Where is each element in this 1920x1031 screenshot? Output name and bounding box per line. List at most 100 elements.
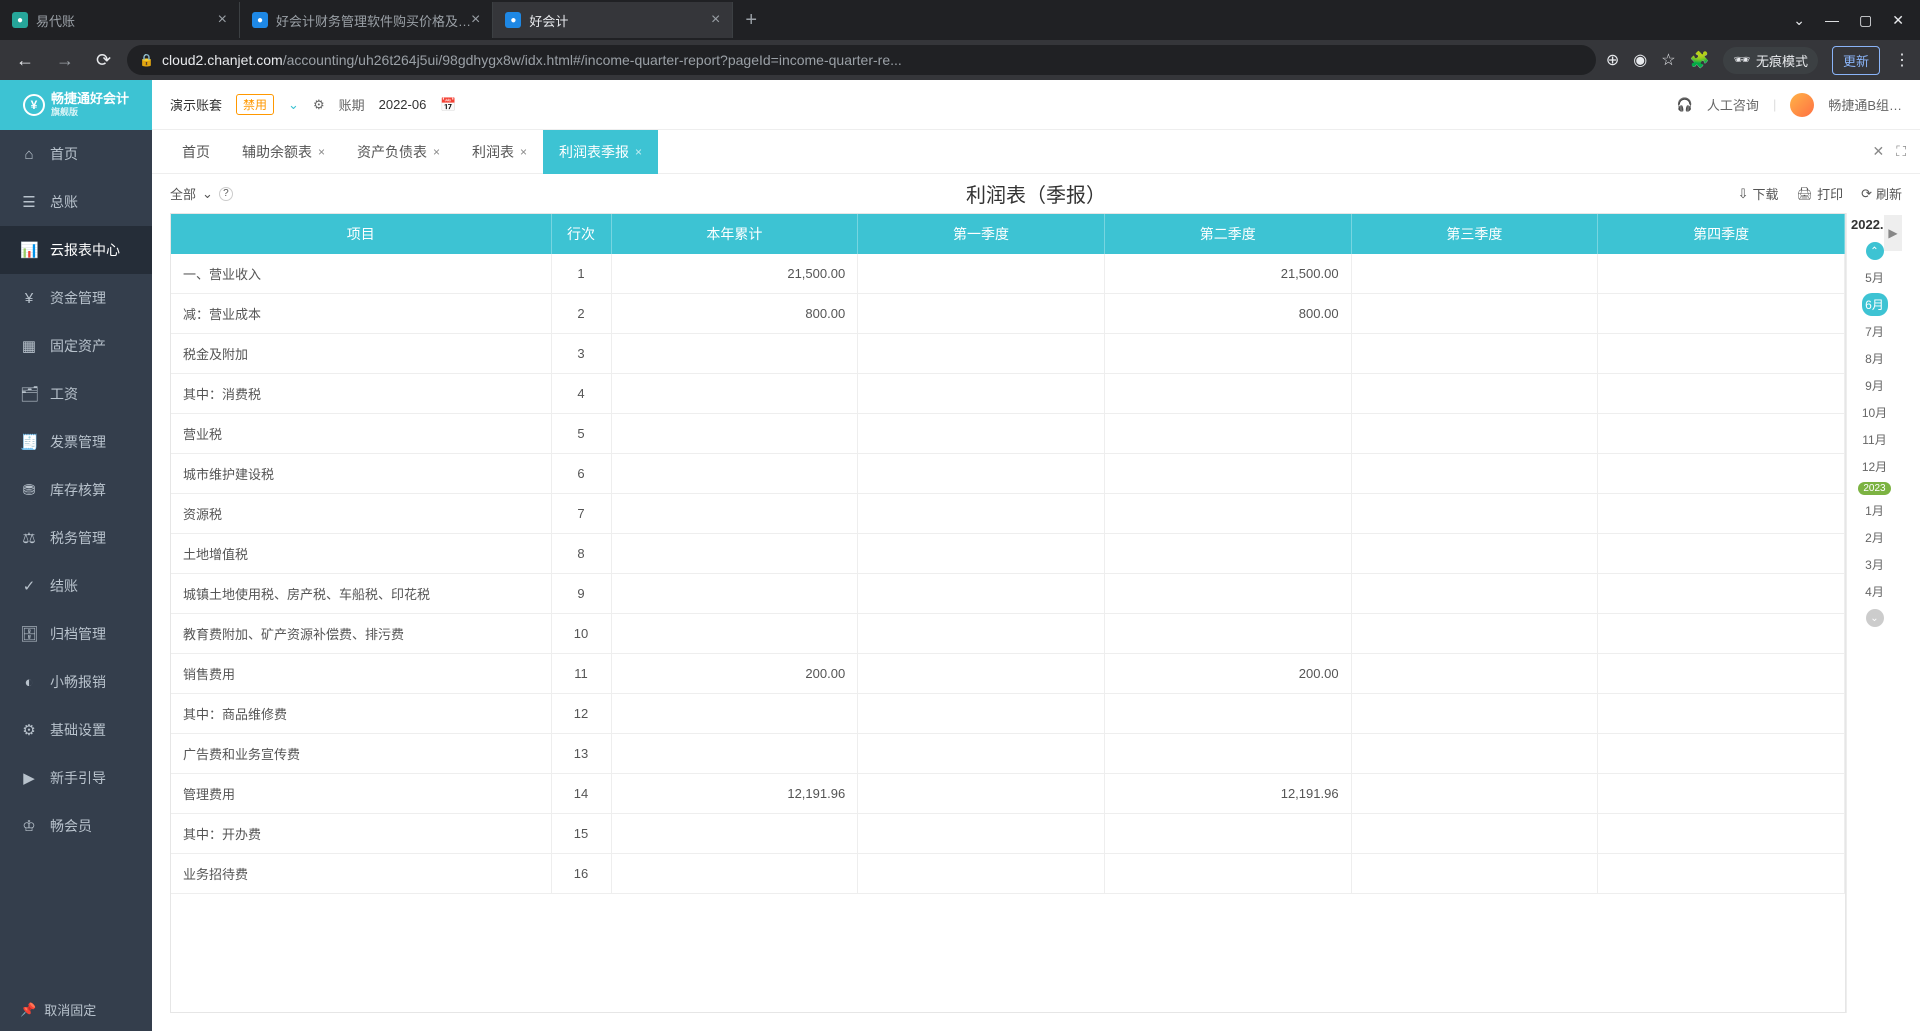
rail-month[interactable]: 11月 xyxy=(1862,426,1888,453)
rail-month[interactable]: 9月 xyxy=(1862,372,1888,399)
table-row[interactable]: 减：营业成本2800.00800.00 xyxy=(171,294,1845,334)
sidebar-item-expense[interactable]: ◐小畅报销 xyxy=(0,658,152,706)
rail-year-badge[interactable]: 2023 xyxy=(1858,482,1890,495)
tab-close-icon[interactable]: × xyxy=(318,145,325,159)
tab-title: 好会计财务管理软件购买价格及… xyxy=(276,11,471,30)
calendar-icon[interactable]: 📅 xyxy=(440,97,456,113)
table-row[interactable]: 其中：开办费15 xyxy=(171,814,1845,854)
avatar[interactable] xyxy=(1790,93,1814,117)
cell-q2 xyxy=(1104,574,1351,614)
reload-button[interactable]: ⟳ xyxy=(90,46,117,75)
print-button[interactable]: 🖨 打印 xyxy=(1797,184,1844,203)
report-table-scroll[interactable]: 项目行次本年累计第一季度第二季度第三季度第四季度 一、营业收入121,500.0… xyxy=(170,213,1846,1013)
rail-month[interactable]: 8月 xyxy=(1862,345,1888,372)
new-tab-button[interactable]: + xyxy=(733,9,769,32)
rail-month[interactable]: 4月 xyxy=(1865,578,1884,605)
sidebar-item-fixed-assets[interactable]: ▦固定资产 xyxy=(0,322,152,370)
page-tab-3[interactable]: 利润表× xyxy=(456,130,543,174)
tab-close-icon[interactable]: × xyxy=(218,11,227,29)
account-name[interactable]: 演示账套 xyxy=(170,95,222,114)
rail-up-button[interactable]: ⌃ xyxy=(1866,242,1884,260)
table-row[interactable]: 城市维护建设税6 xyxy=(171,454,1845,494)
table-row[interactable]: 管理费用1412,191.9612,191.96 xyxy=(171,774,1845,814)
sidebar-item-tax[interactable]: ⚖税务管理 xyxy=(0,514,152,562)
minimize-icon[interactable]: — xyxy=(1825,12,1839,29)
tab-close-icon[interactable]: × xyxy=(711,11,720,29)
refresh-button[interactable]: ⟳ 刷新 xyxy=(1861,184,1902,203)
table-row[interactable]: 税金及附加3 xyxy=(171,334,1845,374)
zoom-icon[interactable]: ⊕ xyxy=(1606,50,1619,70)
table-row[interactable]: 销售费用11200.00200.00 xyxy=(171,654,1845,694)
browser-tab-2[interactable]: ●好会计× xyxy=(493,2,733,38)
tab-close-icon[interactable]: × xyxy=(433,145,440,159)
sidebar-item-home[interactable]: ⌂首页 xyxy=(0,130,152,178)
page-tab-4[interactable]: 利润表季报× xyxy=(543,130,658,174)
close-window-icon[interactable]: ✕ xyxy=(1892,12,1904,29)
unpin-sidebar[interactable]: 📌 取消固定 xyxy=(0,988,152,1031)
rail-month[interactable]: 5月 xyxy=(1862,264,1888,291)
rail-month[interactable]: 1月 xyxy=(1865,497,1884,524)
cell-q2 xyxy=(1104,454,1351,494)
sidebar-item-closing[interactable]: ✓结账 xyxy=(0,562,152,610)
sidebar-item-ledger[interactable]: ☰总账 xyxy=(0,178,152,226)
tab-close-icon[interactable]: × xyxy=(635,145,642,159)
sidebar-item-vip[interactable]: ♔畅会员 xyxy=(0,802,152,850)
puzzle-icon[interactable]: 🧩 xyxy=(1690,50,1710,70)
rail-month[interactable]: 7月 xyxy=(1862,318,1888,345)
update-button[interactable]: 更新 xyxy=(1832,46,1880,75)
disable-button[interactable]: 禁用 xyxy=(236,94,274,115)
tab-close-icon[interactable]: × xyxy=(471,11,480,29)
table-row[interactable]: 土地增值税8 xyxy=(171,534,1845,574)
browser-tab-0[interactable]: ●易代账× xyxy=(0,2,240,38)
sidebar-item-reports[interactable]: 📊云报表中心 xyxy=(0,226,152,274)
user-name[interactable]: 畅捷通B组… xyxy=(1828,95,1902,114)
back-button[interactable]: ← xyxy=(10,46,40,75)
rail-month[interactable]: 10月 xyxy=(1862,399,1888,426)
table-row[interactable]: 城镇土地使用税、房产税、车船税、印花税9 xyxy=(171,574,1845,614)
table-row[interactable]: 资源税7 xyxy=(171,494,1845,534)
table-row[interactable]: 一、营业收入121,500.0021,500.00 xyxy=(171,254,1845,294)
fullscreen-icon[interactable]: ⛶ xyxy=(1896,143,1906,160)
table-row[interactable]: 业务招待费16 xyxy=(171,854,1845,894)
help-icon[interactable]: ? xyxy=(219,187,233,201)
table-row[interactable]: 广告费和业务宣传费13 xyxy=(171,734,1845,774)
filter-dropdown[interactable]: 全部 ⌄ ? xyxy=(170,184,233,203)
rail-month[interactable]: 6月 xyxy=(1862,293,1888,316)
tab-close-icon[interactable]: × xyxy=(520,145,527,159)
app-logo[interactable]: ¥ 畅捷通好会计 旗舰版 xyxy=(0,80,152,130)
table-row[interactable]: 其中：商品维修费12 xyxy=(171,694,1845,734)
menu-icon[interactable]: ⋮ xyxy=(1894,50,1910,70)
cell-ytd: 800.00 xyxy=(611,294,858,334)
cell-q2: 12,191.96 xyxy=(1104,774,1351,814)
close-all-tabs-icon[interactable]: ✕ xyxy=(1872,143,1884,160)
table-row[interactable]: 营业税5 xyxy=(171,414,1845,454)
support-link[interactable]: 人工咨询 xyxy=(1707,95,1759,114)
sidebar-item-guide[interactable]: ▶新手引导 xyxy=(0,754,152,802)
sidebar-item-salary[interactable]: 🗂工资 xyxy=(0,370,152,418)
sidebar-item-inventory[interactable]: ⛃库存核算 xyxy=(0,466,152,514)
table-row[interactable]: 教育费附加、矿产资源补偿费、排污费10 xyxy=(171,614,1845,654)
address-bar[interactable]: 🔒 cloud2.chanjet.com/accounting/uh26t264… xyxy=(127,45,1596,75)
bookmark-icon[interactable]: ☆ xyxy=(1661,50,1675,70)
rail-month[interactable]: 12月 xyxy=(1862,453,1888,480)
dropdown-icon[interactable]: ⌄ xyxy=(288,97,299,113)
download-button[interactable]: ⇩ 下载 xyxy=(1738,184,1779,203)
maximize-icon[interactable]: ▢ xyxy=(1859,12,1872,29)
sidebar-item-funds[interactable]: ¥资金管理 xyxy=(0,274,152,322)
rail-month[interactable]: 3月 xyxy=(1865,551,1884,578)
sidebar-item-settings[interactable]: ⚙基础设置 xyxy=(0,706,152,754)
page-tab-1[interactable]: 辅助余额表× xyxy=(226,130,341,174)
rail-month[interactable]: 2月 xyxy=(1865,524,1884,551)
extension-icon[interactable]: ◉ xyxy=(1633,50,1647,70)
rail-down-button[interactable]: ⌄ xyxy=(1866,609,1884,627)
scroll-right-button[interactable]: ▶ xyxy=(1884,215,1902,251)
table-row[interactable]: 其中：消费税4 xyxy=(171,374,1845,414)
page-tab-0[interactable]: 首页 xyxy=(166,130,226,174)
sidebar-item-invoice[interactable]: 🧾发票管理 xyxy=(0,418,152,466)
sidebar-item-archive[interactable]: 🗄归档管理 xyxy=(0,610,152,658)
forward-button[interactable]: → xyxy=(50,46,80,75)
chevron-down-icon[interactable]: ⌄ xyxy=(1793,12,1805,29)
page-tab-2[interactable]: 资产负债表× xyxy=(341,130,456,174)
browser-tab-1[interactable]: ●好会计财务管理软件购买价格及…× xyxy=(240,2,493,38)
gear-icon[interactable]: ⚙ xyxy=(313,97,325,113)
